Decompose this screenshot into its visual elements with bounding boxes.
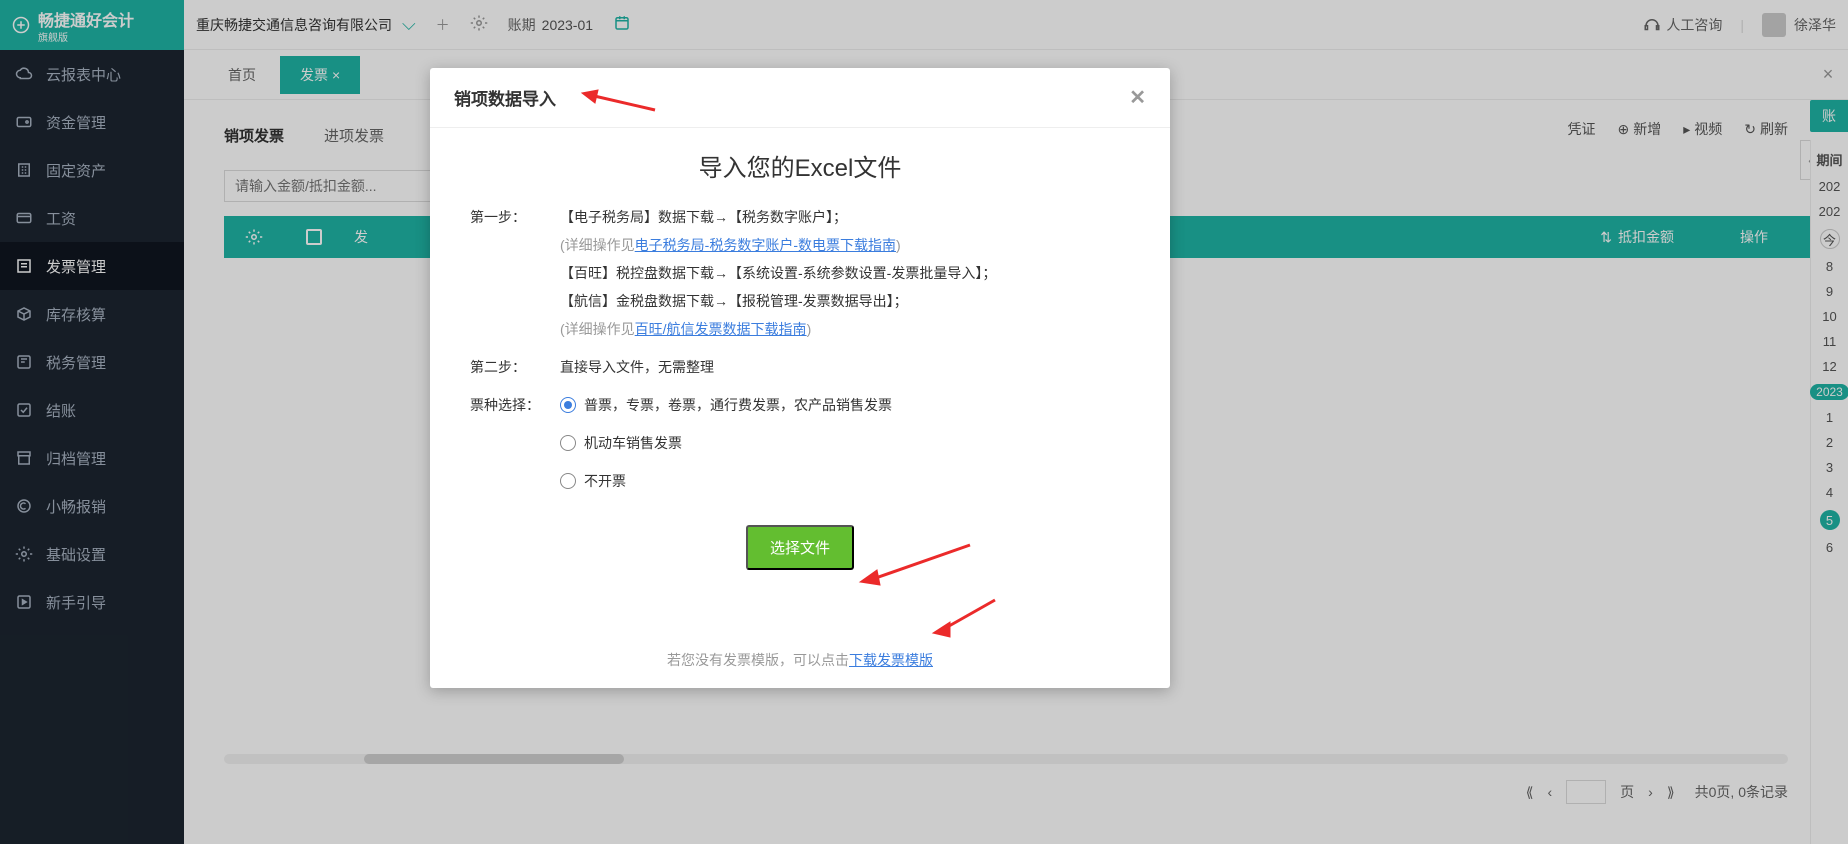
- step1-line1: 【电子税务局】数据下载→【税务数字账户】；: [560, 203, 1130, 231]
- step1-hint2: (详细操作见百旺/航信发票数据下载指南): [560, 315, 1130, 343]
- radio-option-general[interactable]: 普票，专票，卷票，通行费发票，农产品销售发票: [560, 391, 1130, 419]
- step2-text: 直接导入文件，无需整理: [560, 353, 1130, 381]
- link-etax-guide[interactable]: 电子税务局-税务数字账户-数电票下载指南: [635, 237, 896, 253]
- link-download-template[interactable]: 下载发票模版: [849, 652, 933, 668]
- link-bw-hx-guide[interactable]: 百旺/航信发票数据下载指南: [635, 321, 807, 337]
- step1-line3: 【航信】金税盘数据下载→【报税管理-发票数据导出】；: [560, 287, 1130, 315]
- modal-body: 导入您的Excel文件 第一步： 【电子税务局】数据下载→【税务数字账户】； (…: [430, 128, 1170, 632]
- radio-icon: [560, 397, 576, 413]
- modal-title: 导入您的Excel文件: [470, 148, 1130, 183]
- select-file-button[interactable]: 选择文件: [746, 525, 854, 570]
- modal-title-small: 销项数据导入: [454, 85, 556, 110]
- modal-close-button[interactable]: ✕: [1129, 85, 1146, 110]
- radio-group-label: 票种选择：: [470, 391, 560, 505]
- radio-option-vehicle[interactable]: 机动车销售发票: [560, 429, 1130, 457]
- modal-header: 销项数据导入 ✕: [430, 68, 1170, 128]
- import-modal: 销项数据导入 ✕ 导入您的Excel文件 第一步： 【电子税务局】数据下载→【税…: [430, 68, 1170, 688]
- radio-option-none[interactable]: 不开票: [560, 467, 1130, 495]
- step1-hint1: (详细操作见电子税务局-税务数字账户-数电票下载指南): [560, 231, 1130, 259]
- radio-icon: [560, 435, 576, 451]
- step1-line2: 【百旺】税控盘数据下载→【系统设置-系统参数设置-发票批量导入】；: [560, 259, 1130, 287]
- radio-icon: [560, 473, 576, 489]
- modal-footer: 若您没有发票模版，可以点击下载发票模版: [430, 632, 1170, 688]
- step1-label: 第一步：: [470, 203, 560, 343]
- step2-label: 第二步：: [470, 353, 560, 381]
